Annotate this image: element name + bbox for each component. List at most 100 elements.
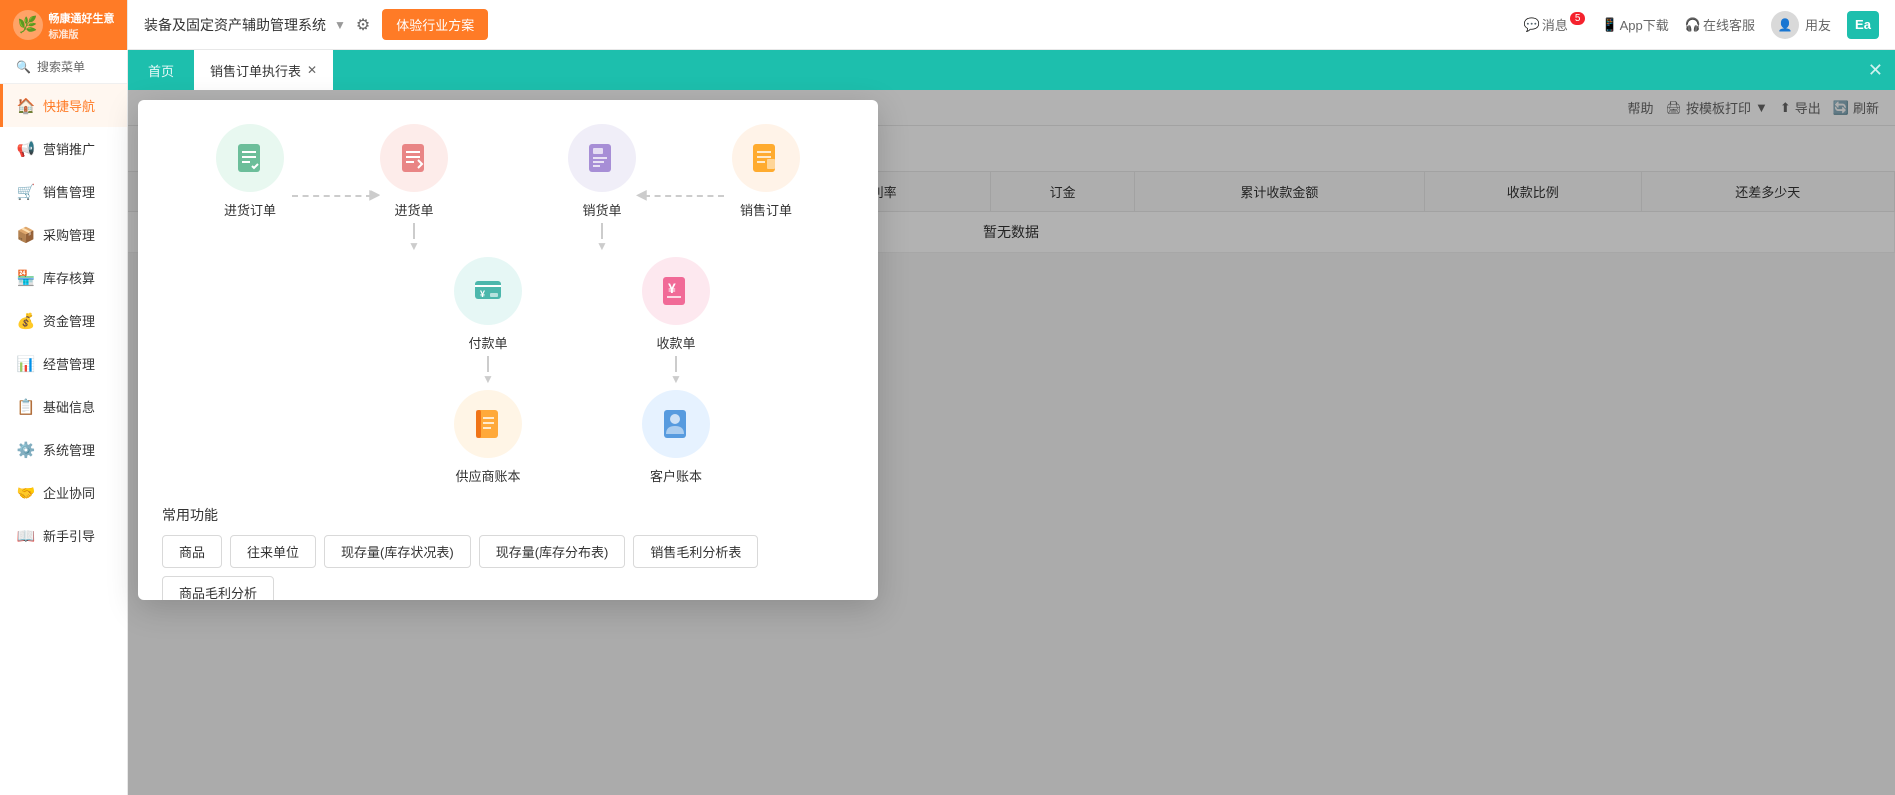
spacer-arrow1 [300,223,380,253]
payment-bill-node[interactable]: ¥ 付款单 [454,257,522,352]
sales-order-node[interactable]: 销售订单 [732,124,800,219]
sales-bill-circle [568,124,636,192]
sidebar-item-label: 系统管理 [43,440,95,459]
message-action[interactable]: 💬 消息 5 [1524,15,1586,34]
finance-icon: 💰 [17,312,35,330]
sidebar-item-system[interactable]: ⚙️ 系统管理 [0,428,127,471]
sidebar-item-label: 经营管理 [43,354,95,373]
func-btn-stock-status[interactable]: 现存量(库存状况表) [324,535,471,568]
sales-bill-node[interactable]: 销货单 [568,124,636,219]
sales-bill-col: 销货单 [568,124,636,219]
sidebar-item-label: 基础信息 [43,397,95,416]
logo-text: 畅康通好生意 [49,10,115,26]
spacer-purchase-order [232,223,300,253]
sales-bill-icon [584,140,620,176]
system-icon: ⚙️ [17,441,35,459]
message-icon: 💬 [1524,17,1540,33]
supplier-ledger-node[interactable]: 供应商账本 [454,390,522,485]
sidebar-item-label: 快捷导航 [43,96,95,115]
svg-text:¥: ¥ [480,289,485,299]
sidebar-item-inventory[interactable]: 🏪 库存核算 [0,256,127,299]
common-functions: 常用功能 商品 往来单位 现存量(库存状况表) 现存量(库存分布表) 销售毛利分… [162,505,854,600]
func-btn-stock-dist[interactable]: 现存量(库存分布表) [479,535,626,568]
sales-order-label: 销售订单 [740,200,792,219]
sidebar-item-label: 企业协同 [43,483,95,502]
search-icon: 🔍 [16,60,31,74]
user-menu[interactable]: 👤 用友 [1771,11,1831,39]
purchase-bill-node[interactable]: 进货单 [380,124,448,219]
sidebar-item-enterprise[interactable]: 🤝 企业协同 [0,471,127,514]
tab-close-icon[interactable]: ✕ [307,63,317,77]
spacer-arrow2 [636,223,716,253]
sidebar: 🌿 畅康通好生意 标准版 🔍 搜索菜单 🏠 快捷导航 📢 营销推广 🛒 销售管理… [0,0,128,795]
receipt-bill-icon: ¥ [658,273,694,309]
purchase-bill-icon [396,140,432,176]
customer-ledger-node[interactable]: 客户账本 [642,390,710,485]
tab-sales-order[interactable]: 销售订单执行表 ✕ [194,50,333,90]
tabbar: 首页 销售订单执行表 ✕ ✕ [128,50,1895,90]
purchase-bill-label: 进货单 [394,200,433,219]
sidebar-item-marketing[interactable]: 📢 营销推广 [0,127,127,170]
app-download-icon: 📱 [1601,17,1617,33]
newbie-icon: 📖 [17,527,35,545]
avatar: 👤 [1771,11,1799,39]
logo-icon: 🌿 [13,10,43,40]
dropdown-icon[interactable]: ▼ [334,18,346,32]
payment-bill-circle: ¥ [454,257,522,325]
tab-window-close-btn[interactable]: ✕ [1868,60,1883,81]
arrow-down-purchase: ▼ [380,223,448,253]
func-btn-product-gross[interactable]: 商品毛利分析 [162,576,274,600]
sidebar-item-finance[interactable]: 💰 资金管理 [0,299,127,342]
func-btn-partner[interactable]: 往来单位 [230,535,316,568]
purchase-bill-circle [380,124,448,192]
config-icon[interactable]: ⚙ [356,15,370,35]
header-actions: 💬 消息 5 📱 App下载 🎧 在线客服 👤 用友 Ea [1524,11,1879,39]
sidebar-logo: 🌿 畅康通好生意 标准版 [0,0,127,50]
online-service-action[interactable]: 🎧 在线客服 [1685,15,1755,34]
arrow-down-payment: ▼ [454,356,522,386]
user-name: 用友 [1805,15,1831,34]
sidebar-item-basic-info[interactable]: 📋 基础信息 [0,385,127,428]
sidebar-item-purchase[interactable]: 📦 采购管理 [0,213,127,256]
quick-nav-icon: 🏠 [17,97,35,115]
sales-order-icon [748,140,784,176]
app-download-label: App下载 [1620,15,1669,34]
tab-home[interactable]: 首页 [128,50,194,90]
receipt-bill-node[interactable]: ¥ 收款单 [642,257,710,352]
supplier-ledger-label: 供应商账本 [455,466,520,485]
purchase-icon: 📦 [17,226,35,244]
inventory-icon: 🏪 [17,269,35,287]
customer-ledger-icon [658,406,694,442]
purchase-order-node[interactable]: 进货订单 [216,124,284,219]
arrow-down-sales: ▼ [568,223,636,253]
sp2 [374,356,454,386]
sales-order-col: 销售订单 [732,124,800,219]
workflow-container: 进货订单 ▶ [162,124,854,489]
sidebar-item-operations[interactable]: 📊 经营管理 [0,342,127,385]
app-download-action[interactable]: 📱 App下载 [1601,15,1668,34]
svg-text:¥: ¥ [668,280,676,296]
message-label: 消息 [1542,15,1568,34]
supplier-ledger-icon [470,406,506,442]
func-btn-product[interactable]: 商品 [162,535,222,568]
purchase-order-col: 进货订单 [216,124,284,219]
sp1 [306,356,374,386]
marketing-icon: 📢 [17,140,35,158]
system-title: 装备及固定资产辅助管理系统 [144,15,326,35]
sidebar-item-quick-nav[interactable]: 🏠 快捷导航 [0,84,127,127]
header: 装备及固定资产辅助管理系统 ▼ ⚙ 体验行业方案 💬 消息 5 📱 App下载 … [128,0,1895,50]
func-btn-sales-gross[interactable]: 销售毛利分析表 [633,535,758,568]
sidebar-item-label: 营销推广 [43,139,95,158]
sales-bill-label: 销货单 [582,200,621,219]
ea-avatar: Ea [1847,11,1879,39]
experience-btn[interactable]: 体验行业方案 [382,9,488,40]
sidebar-item-label: 采购管理 [43,225,95,244]
sidebar-item-sales[interactable]: 🛒 销售管理 [0,170,127,213]
sidebar-search[interactable]: 🔍 搜索菜单 [0,50,127,84]
workflow-modal: 进货订单 ▶ [138,100,878,600]
sidebar-item-newbie[interactable]: 📖 新手引导 [0,514,127,557]
operations-icon: 📊 [17,355,35,373]
sidebar-item-label: 资金管理 [43,311,95,330]
sales-order-circle [732,124,800,192]
arrow-salesorder-to-bill: ◀ [644,195,724,219]
